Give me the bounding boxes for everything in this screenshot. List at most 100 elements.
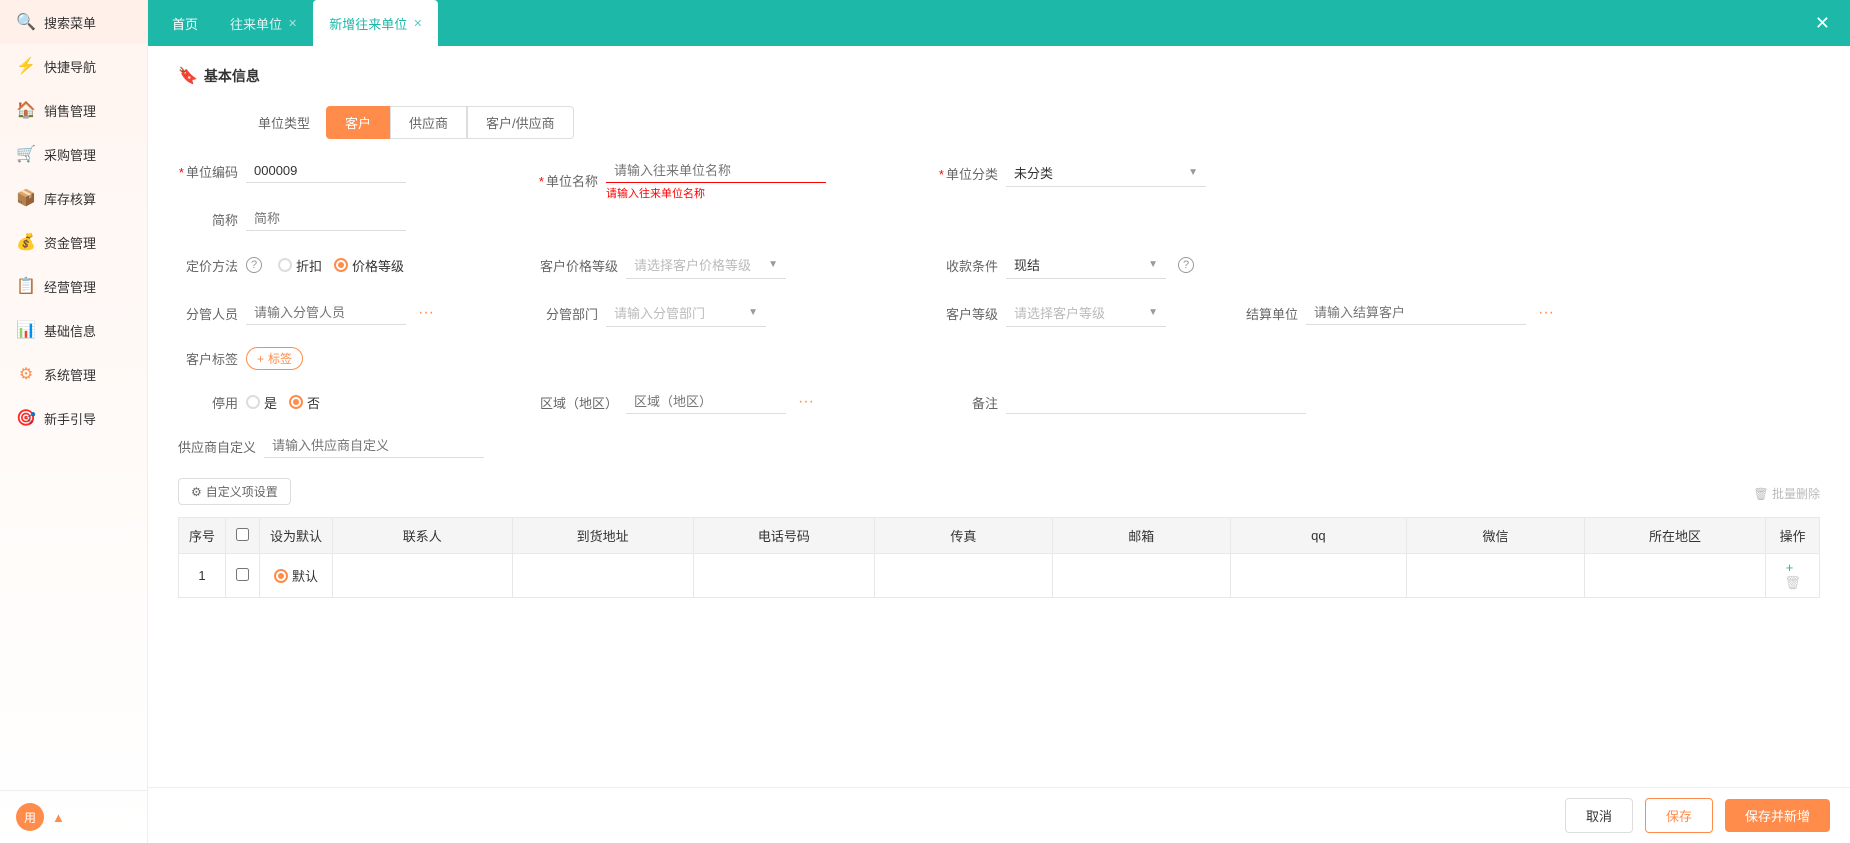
sidebar-item-inventory[interactable]: 📦 库存核算 — [0, 176, 147, 220]
section-title: 🔖 基本信息 — [178, 66, 1820, 86]
cancel-button[interactable]: 取消 — [1565, 798, 1633, 833]
pricing-help-icon[interactable]: ? — [246, 257, 262, 273]
save-new-button[interactable]: 保存并新增 — [1725, 799, 1830, 832]
settlement-input[interactable] — [1306, 301, 1526, 325]
region-input[interactable] — [626, 390, 786, 414]
tab-new-contact[interactable]: 新增往来单位 ✕ — [313, 0, 438, 46]
region-label: 区域（地区） — [538, 393, 618, 412]
email-input[interactable] — [1063, 568, 1220, 583]
cell-email[interactable] — [1052, 554, 1230, 598]
row-delete-icon[interactable]: 🗑 — [1784, 575, 1801, 590]
remark-input[interactable] — [1006, 390, 1306, 414]
customer-price-level-label: 客户价格等级 — [538, 256, 618, 275]
cell-address[interactable] — [512, 554, 693, 598]
guide-icon: 🎯 — [16, 408, 36, 428]
row-default-radio-circle — [274, 569, 288, 583]
radio-discount[interactable]: 折扣 — [278, 256, 322, 275]
pricing-method-label: 定价方法 — [178, 256, 238, 275]
th-phone: 电话号码 — [693, 518, 874, 554]
pricing-method-field: 定价方法 ? 折扣 价格等级 — [178, 256, 538, 275]
supplier-custom-field: 供应商自定义 — [178, 434, 538, 458]
table-header-row: 序号 设为默认 联系人 到货地址 电话号码 传真 邮箱 qq 微信 所在地区 操… — [179, 518, 1820, 554]
address-input[interactable] — [523, 568, 683, 583]
sidebar-item-operations[interactable]: 📋 经营管理 — [0, 264, 147, 308]
manager-more-icon[interactable]: ··· — [414, 304, 438, 322]
window-close-button[interactable]: ✕ — [1803, 13, 1842, 34]
customer-level-field: 客户等级 请选择客户等级 ▼ — [938, 299, 1238, 327]
operations-icon: 📋 — [16, 276, 36, 296]
abbr-label: 简称 — [178, 210, 238, 229]
supplier-custom-input[interactable] — [264, 434, 484, 458]
cell-wechat[interactable] — [1407, 554, 1585, 598]
row-checkbox[interactable] — [236, 568, 249, 581]
unit-type-buttons: 客户 供应商 客户/供应商 — [326, 106, 574, 139]
basic-info-icon: 📊 — [16, 320, 36, 340]
radio-price-level[interactable]: 价格等级 — [334, 256, 404, 275]
contact-input[interactable] — [343, 568, 502, 583]
select-all-checkbox[interactable] — [236, 528, 249, 541]
sidebar-item-system[interactable]: ⚙ 系统管理 — [0, 352, 147, 396]
type-btn-customer[interactable]: 客户 — [326, 106, 390, 139]
radio-yes[interactable]: 是 — [246, 393, 277, 412]
dept-select[interactable]: 请输入分管部门 ▼ — [606, 299, 766, 327]
payment-terms-value: 现结 — [1014, 255, 1144, 274]
code-name-category-row: 单位编码 单位名称 请输入往来单位名称 单位分类 未分类 ▼ — [178, 159, 1820, 201]
row-default-radio[interactable]: 默认 — [270, 566, 322, 585]
type-btn-both[interactable]: 客户/供应商 — [467, 106, 574, 139]
save-button[interactable]: 保存 — [1645, 798, 1713, 833]
customer-level-select[interactable]: 请选择客户等级 ▼ — [1006, 299, 1166, 327]
cell-fax[interactable] — [874, 554, 1052, 598]
payment-terms-help-icon[interactable]: ? — [1178, 257, 1194, 273]
sidebar-item-search[interactable]: 🔍 搜索菜单 — [0, 0, 147, 44]
payment-terms-chevron: ▼ — [1148, 259, 1158, 270]
sidebar-item-finance[interactable]: 💰 资金管理 — [0, 220, 147, 264]
cell-region[interactable] — [1584, 554, 1765, 598]
purchase-icon: 🛒 — [16, 144, 36, 164]
tag-add-icon: + — [257, 352, 264, 366]
cell-action: + 🗑 — [1766, 554, 1820, 598]
type-btn-supplier[interactable]: 供应商 — [390, 106, 467, 139]
customer-tag-label: 客户标签 — [178, 349, 238, 368]
sidebar-item-purchase[interactable]: 🛒 采购管理 — [0, 132, 147, 176]
payment-terms-select[interactable]: 现结 ▼ — [1006, 251, 1166, 279]
unit-code-input[interactable] — [246, 159, 406, 183]
qq-input[interactable] — [1241, 568, 1396, 583]
tab-contacts-close[interactable]: ✕ — [288, 17, 297, 30]
customer-level-placeholder: 请选择客户等级 — [1014, 303, 1144, 322]
cell-qq[interactable] — [1230, 554, 1406, 598]
unit-category-select[interactable]: 未分类 ▼ — [1006, 159, 1206, 187]
manager-input[interactable] — [246, 301, 406, 325]
cell-phone[interactable] — [693, 554, 874, 598]
sidebar-item-sales[interactable]: 🏠 销售管理 — [0, 88, 147, 132]
tag-add-button[interactable]: + 标签 — [246, 347, 303, 370]
payment-terms-field: 收款条件 现结 ▼ ? — [938, 251, 1820, 279]
settlement-more-icon[interactable]: ··· — [1534, 304, 1558, 322]
unit-type-label: 单位类型 — [258, 113, 310, 132]
radio-discount-circle — [278, 258, 292, 272]
sidebar-item-basic-info[interactable]: 📊 基础信息 — [0, 308, 147, 352]
cell-contact[interactable] — [333, 554, 513, 598]
custom-settings-button[interactable]: ⚙ 自定义项设置 — [178, 478, 291, 505]
region-table-input[interactable] — [1595, 568, 1755, 583]
unit-name-input[interactable] — [606, 159, 826, 183]
sidebar-item-quick-nav[interactable]: ⚡ 快捷导航 — [0, 44, 147, 88]
tab-contacts[interactable]: 往来单位 ✕ — [214, 0, 313, 46]
phone-input[interactable] — [704, 568, 864, 583]
fax-input[interactable] — [885, 568, 1042, 583]
unit-category-chevron: ▼ — [1188, 167, 1198, 178]
region-more-icon[interactable]: ··· — [794, 393, 818, 411]
sidebar-bottom: 用 ▲ — [0, 790, 147, 843]
th-fax: 传真 — [874, 518, 1052, 554]
wechat-input[interactable] — [1417, 568, 1574, 583]
tab-home[interactable]: 首页 — [156, 0, 214, 46]
footer-bar: 取消 保存 保存并新增 — [148, 787, 1850, 843]
bulk-delete-button[interactable]: 🗑 批量删除 — [1753, 485, 1820, 502]
abbr-input[interactable] — [246, 207, 406, 231]
disabled-field: 停用 是 否 — [178, 393, 538, 412]
row-add-icon[interactable]: + — [1786, 560, 1794, 575]
radio-no[interactable]: 否 — [289, 393, 320, 412]
sidebar: 🔍 搜索菜单 ⚡ 快捷导航 🏠 销售管理 🛒 采购管理 📦 库存核算 💰 资金管… — [0, 0, 148, 843]
sidebar-item-guide[interactable]: 🎯 新手引导 — [0, 396, 147, 440]
tab-new-contact-close[interactable]: ✕ — [413, 17, 422, 30]
customer-price-level-select[interactable]: 请选择客户价格等级 ▼ — [626, 251, 786, 279]
